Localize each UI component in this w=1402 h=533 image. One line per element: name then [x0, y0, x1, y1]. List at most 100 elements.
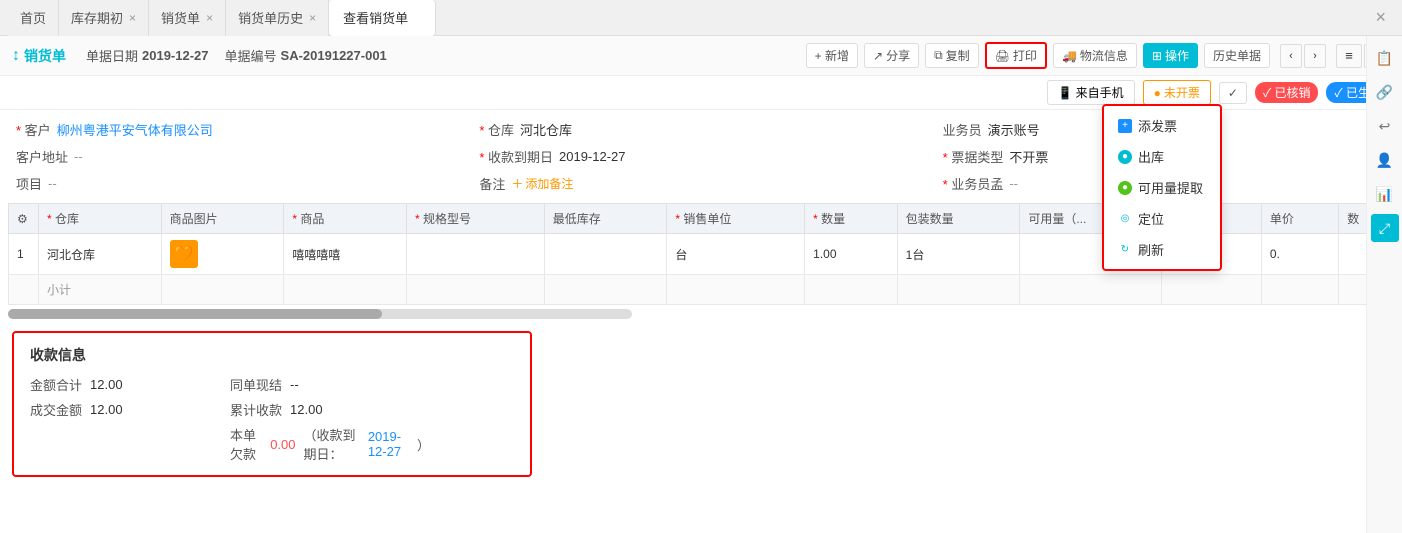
payment-title: 收款信息: [30, 345, 514, 365]
th-price: 单价: [1261, 204, 1338, 234]
project-label: 项目: [16, 174, 42, 193]
doc-date-value: 2019-12-27: [142, 48, 209, 63]
due-payment-value: 0.00: [270, 437, 295, 452]
row-sales-unit: 台: [667, 234, 805, 275]
ticket-type-label: 票据类型: [943, 147, 1004, 166]
doc-actions: + 新增 ↗ 分享 ⧉ 复制 🖨 打印 🚚 物流信息 ⊞ 操作 历: [806, 42, 1390, 69]
operate-button[interactable]: ⊞ 操作: [1143, 43, 1198, 68]
tab-inventory[interactable]: 库存期初 ×: [59, 0, 149, 36]
th-sales-unit: 销售单位: [667, 204, 805, 234]
doc-meta: 单据日期 2019-12-27 单据编号 SA-20191227-001: [86, 46, 387, 65]
tab-view-sales-close[interactable]: ×: [414, 11, 421, 25]
logistics-button[interactable]: 🚚 物流信息: [1053, 43, 1137, 68]
product-image: 🧡: [170, 240, 198, 268]
grid-icon: ⊞: [1152, 49, 1162, 63]
payment-info: 收款信息 金额合计 12.00 同单现结 -- 成交金额 12.00 累计收款 …: [12, 331, 532, 477]
deal-amount-label: 成交金额: [30, 400, 82, 419]
row-spec: [406, 234, 544, 275]
sidebar-copy-icon[interactable]: 📋: [1371, 44, 1399, 72]
refresh-item[interactable]: ↻ 刷新: [1104, 234, 1220, 265]
subtotal-stock: [1161, 275, 1261, 305]
cumulative-value: 12.00: [290, 402, 323, 417]
copy-button[interactable]: ⧉ 复制: [925, 43, 979, 68]
staff2-label: 业务员孟: [943, 174, 1004, 193]
sidebar-return-icon[interactable]: ↩: [1371, 112, 1399, 140]
doc-title-icon: ↕: [12, 47, 20, 65]
row-product: 嘻嘻嘻嘻: [284, 234, 407, 275]
due-payment-note: （收款到期日：: [304, 425, 360, 463]
prev-button[interactable]: ‹: [1280, 44, 1302, 68]
staff2-value: --: [1009, 176, 1018, 191]
customer-value[interactable]: 柳州粤港平安气体有限公司: [57, 120, 213, 139]
th-spec: 规格型号: [406, 204, 544, 234]
product-image-icon: 🧡: [174, 244, 194, 264]
subtotal-qty: [805, 275, 898, 305]
row-price: 0.: [1261, 234, 1338, 275]
due-payment-label: 本单欠款: [230, 425, 262, 463]
warehouse-label: 仓库: [479, 120, 514, 139]
subtotal-price: [1261, 275, 1338, 305]
th-product: 商品: [284, 204, 407, 234]
amount-value: 12.00: [90, 377, 123, 392]
doc-date-label: 单据日期 2019-12-27: [86, 46, 209, 65]
available-qty-item[interactable]: ● 可用量提取: [1104, 172, 1220, 203]
sidebar-user-icon[interactable]: 👤: [1371, 146, 1399, 174]
tab-home-label: 首页: [20, 8, 46, 27]
tab-sales-close[interactable]: ×: [206, 11, 213, 25]
add-invoice-item[interactable]: + 添发票: [1104, 110, 1220, 141]
tab-sales[interactable]: 销货单 ×: [149, 0, 226, 36]
new-button[interactable]: + 新增: [806, 43, 858, 68]
th-pack-qty: 包装数量: [897, 204, 1020, 234]
list-view-button[interactable]: ≡: [1336, 44, 1362, 68]
warehouse-value: 河北仓库: [520, 120, 572, 139]
row-img: 🧡: [161, 234, 284, 275]
tab-sales-history[interactable]: 销货单历史 ×: [226, 0, 329, 36]
right-sidebar: 📋 🔗 ↩ 👤 📊 ⤢: [1366, 36, 1402, 533]
position-item[interactable]: ◎ 定位: [1104, 203, 1220, 234]
next-button[interactable]: ›: [1304, 44, 1326, 68]
subtotal-avail: [1020, 275, 1162, 305]
deal-amount-row: 成交金额 12.00: [30, 400, 230, 419]
row-pack-qty: 1台: [897, 234, 1020, 275]
due-payment-date: 2019-12-27: [368, 429, 409, 459]
same-order-label: 同单现结: [230, 375, 282, 394]
subtotal-pack: [897, 275, 1020, 305]
tab-sales-history-label: 销货单历史: [238, 8, 303, 27]
tab-home[interactable]: 首页: [8, 0, 59, 36]
sidebar-chart-icon[interactable]: 📊: [1371, 180, 1399, 208]
check-icon-button[interactable]: ✓: [1219, 82, 1247, 104]
row-qty: 1.00: [805, 234, 898, 275]
tab-inventory-close[interactable]: ×: [129, 11, 136, 25]
outbound-item[interactable]: ● 出库: [1104, 141, 1220, 172]
copy-icon: ⧉: [934, 48, 943, 63]
refresh-label: 刷新: [1138, 240, 1164, 259]
position-icon: ◎: [1118, 212, 1132, 226]
cumulative-label: 累计收款: [230, 400, 282, 419]
history-button[interactable]: 历史单据: [1204, 43, 1270, 68]
warehouse-row: 仓库 河北仓库: [479, 120, 922, 139]
window-close-button[interactable]: ×: [1367, 7, 1394, 28]
nav-arrows: ‹ ›: [1280, 44, 1326, 68]
tab-sales-history-close[interactable]: ×: [309, 11, 316, 25]
due-payment-row: 本单欠款 0.00 （收款到期日： 2019-12-27 ）: [230, 425, 430, 463]
address-label: 客户地址: [16, 147, 68, 166]
scrollbar-thumb[interactable]: [8, 309, 382, 319]
outbound-icon: ●: [1118, 150, 1132, 164]
available-qty-label: 可用量提取: [1138, 178, 1203, 197]
add-remark-button[interactable]: ＋ 添加备注: [511, 175, 573, 192]
tab-view-sales[interactable]: 查看销货单 ×: [329, 0, 436, 36]
th-settings[interactable]: ⚙: [9, 204, 39, 234]
not-open-button[interactable]: ● 未开票: [1143, 80, 1211, 105]
due-payment-end: ）: [417, 435, 430, 454]
print-button[interactable]: 🖨 打印: [985, 42, 1047, 69]
address-row: 客户地址 --: [16, 147, 459, 166]
sidebar-expand-icon[interactable]: ⤢: [1371, 214, 1399, 242]
th-qty: 数量: [805, 204, 898, 234]
staff-label: 业务员: [943, 120, 982, 139]
share-button[interactable]: ↗ 分享: [864, 43, 919, 68]
subtotal-warehouse: 小计: [39, 275, 162, 305]
tab-bar: 首页 库存期初 × 销货单 × 销货单历史 × 查看销货单 × ×: [0, 0, 1402, 36]
from-phone-button[interactable]: 📱 来自手机: [1047, 80, 1135, 105]
doc-header: ↕ 销货单 单据日期 2019-12-27 单据编号 SA-20191227-0…: [0, 36, 1402, 76]
sidebar-link-icon[interactable]: 🔗: [1371, 78, 1399, 106]
